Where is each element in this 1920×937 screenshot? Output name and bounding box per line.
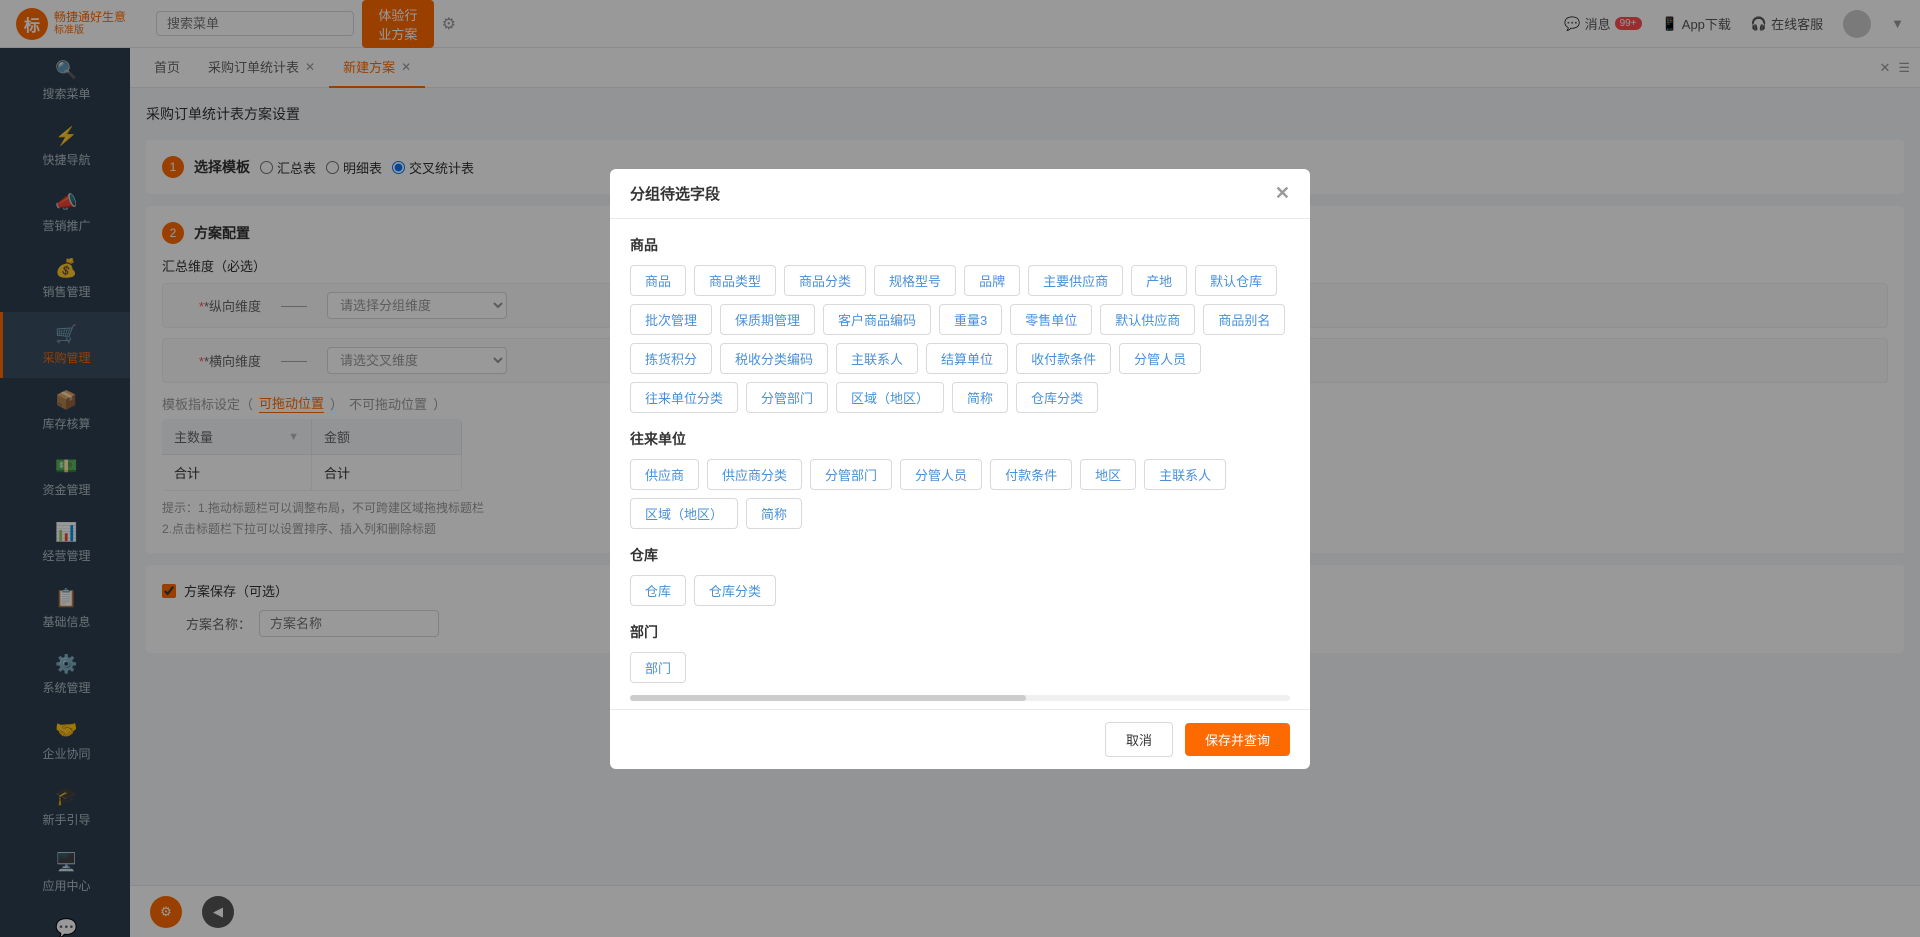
field-tag[interactable]: 产地	[1131, 265, 1187, 296]
modal-close-button[interactable]: ✕	[1275, 183, 1290, 204]
field-tag[interactable]: 主要供应商	[1028, 265, 1123, 296]
field-tag[interactable]: 分管人员	[900, 459, 982, 490]
field-tag[interactable]: 分管部门	[810, 459, 892, 490]
field-group-goods: 商品 商品 商品类型 商品分类 规格型号 品牌 主要供应商 产地 默认仓库 批次…	[630, 235, 1290, 413]
modal-body: 商品 商品 商品类型 商品分类 规格型号 品牌 主要供应商 产地 默认仓库 批次…	[610, 219, 1310, 696]
field-tag[interactable]: 商品别名	[1203, 304, 1285, 335]
modal-footer: 取消 保存并查询	[610, 709, 1310, 769]
dept-section-title: 部门	[630, 622, 1290, 642]
field-tag[interactable]: 仓库分类	[1016, 382, 1098, 413]
goods-fields: 商品 商品类型 商品分类 规格型号 品牌 主要供应商 产地 默认仓库 批次管理 …	[630, 265, 1290, 413]
field-group-partner: 往来单位 供应商 供应商分类 分管部门 分管人员 付款条件 地区 主联系人 区域…	[630, 429, 1290, 529]
partner-section-title: 往来单位	[630, 429, 1290, 449]
field-tag[interactable]: 税收分类编码	[720, 343, 828, 374]
field-tag[interactable]: 保质期管理	[720, 304, 815, 335]
field-tag[interactable]: 仓库	[630, 575, 686, 606]
field-tag[interactable]: 付款条件	[990, 459, 1072, 490]
field-tag[interactable]: 仓库分类	[694, 575, 776, 606]
field-tag[interactable]: 默认仓库	[1195, 265, 1277, 296]
modal: 分组待选字段 ✕ 商品 商品 商品类型 商品分类 规格型号 品牌 主要供应商 产…	[610, 169, 1310, 769]
field-tag[interactable]: 批次管理	[630, 304, 712, 335]
field-tag[interactable]: 供应商	[630, 459, 699, 490]
field-tag[interactable]: 区域（地区）	[630, 498, 738, 529]
field-tag[interactable]: 商品	[630, 265, 686, 296]
field-tag[interactable]: 收付款条件	[1016, 343, 1111, 374]
cancel-button[interactable]: 取消	[1105, 722, 1173, 757]
field-tag[interactable]: 分管人员	[1119, 343, 1201, 374]
field-tag[interactable]: 结算单位	[926, 343, 1008, 374]
field-group-dept: 部门 部门	[630, 622, 1290, 683]
save-query-button[interactable]: 保存并查询	[1185, 723, 1290, 756]
warehouse-section-title: 仓库	[630, 545, 1290, 565]
field-tag[interactable]: 区域（地区）	[836, 382, 944, 413]
partner-fields: 供应商 供应商分类 分管部门 分管人员 付款条件 地区 主联系人 区域（地区） …	[630, 459, 1290, 529]
field-tag[interactable]: 品牌	[964, 265, 1020, 296]
field-tag[interactable]: 地区	[1080, 459, 1136, 490]
field-tag[interactable]: 商品类型	[694, 265, 776, 296]
field-tag[interactable]: 供应商分类	[707, 459, 802, 490]
field-tag[interactable]: 主联系人	[1144, 459, 1226, 490]
field-tag[interactable]: 拣货积分	[630, 343, 712, 374]
warehouse-fields: 仓库 仓库分类	[630, 575, 1290, 606]
dept-fields: 部门	[630, 652, 1290, 683]
modal-hscrollbar-thumb[interactable]	[630, 695, 1026, 700]
field-group-warehouse: 仓库 仓库 仓库分类	[630, 545, 1290, 606]
field-tag[interactable]: 客户商品编码	[823, 304, 931, 335]
goods-section-title: 商品	[630, 235, 1290, 255]
field-tag[interactable]: 默认供应商	[1100, 304, 1195, 335]
field-tag[interactable]: 部门	[630, 652, 686, 683]
modal-overlay[interactable]: 分组待选字段 ✕ 商品 商品 商品类型 商品分类 规格型号 品牌 主要供应商 产…	[0, 0, 1920, 937]
field-tag[interactable]: 分管部门	[746, 382, 828, 413]
field-tag[interactable]: 商品分类	[784, 265, 866, 296]
field-tag[interactable]: 简称	[952, 382, 1008, 413]
field-tag[interactable]: 零售单位	[1010, 304, 1092, 335]
field-tag[interactable]: 重量3	[939, 304, 1002, 335]
modal-hscrollbar[interactable]	[630, 695, 1290, 700]
modal-header: 分组待选字段 ✕	[610, 169, 1310, 219]
field-tag[interactable]: 主联系人	[836, 343, 918, 374]
modal-title: 分组待选字段	[630, 183, 720, 204]
field-tag[interactable]: 规格型号	[874, 265, 956, 296]
field-tag[interactable]: 往来单位分类	[630, 382, 738, 413]
field-tag[interactable]: 简称	[746, 498, 802, 529]
